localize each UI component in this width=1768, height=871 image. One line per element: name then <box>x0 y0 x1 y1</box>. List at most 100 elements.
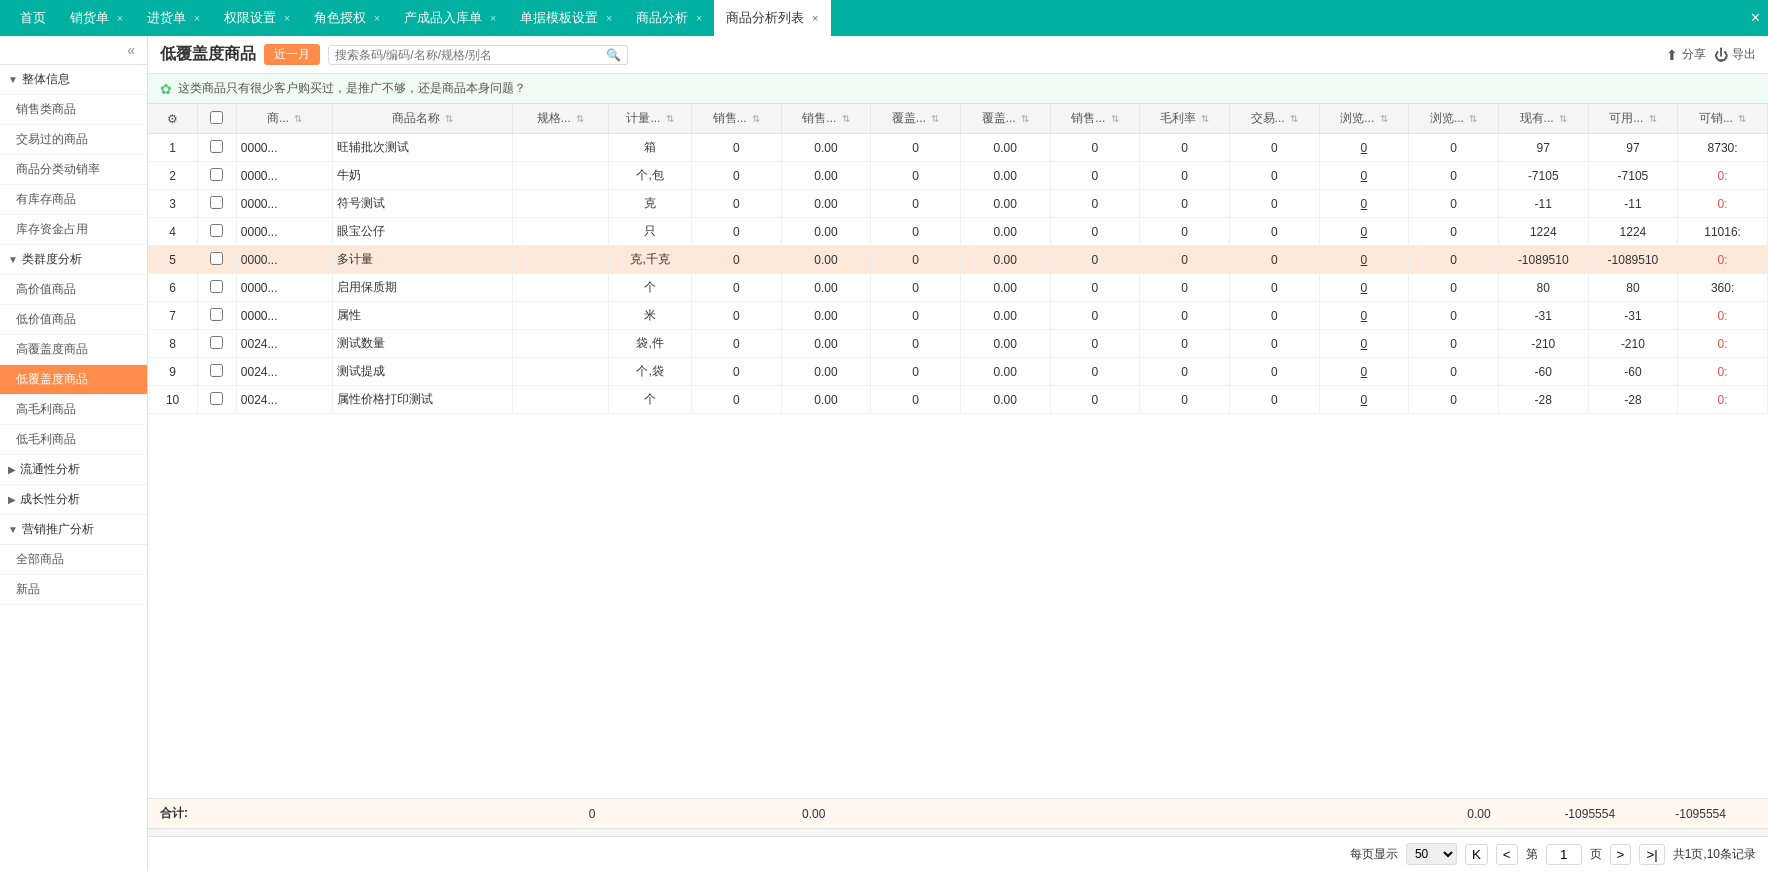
browse-link[interactable]: 0 <box>1361 197 1368 211</box>
row-checkbox[interactable] <box>210 280 223 293</box>
sidebar-item-sales-goods[interactable]: 销售类商品 <box>0 95 147 125</box>
sidebar-item-stock-fund[interactable]: 库存资金占用 <box>0 215 147 245</box>
sidebar-item-low-value[interactable]: 低价值商品 <box>0 305 147 335</box>
sidebar-section-group[interactable]: ▼ 类群度分析 <box>0 245 147 275</box>
col-cover1[interactable]: 覆盖... ⇅ <box>871 104 961 134</box>
row-browse1[interactable]: 0 <box>1319 134 1409 162</box>
browse-link[interactable]: 0 <box>1361 281 1368 295</box>
row-checkbox[interactable] <box>210 140 223 153</box>
close-icon[interactable]: × <box>194 12 200 24</box>
sidebar-collapse-button[interactable]: « <box>121 40 141 60</box>
sidebar-item-new-goods[interactable]: 新品 <box>0 575 147 605</box>
row-browse1[interactable]: 0 <box>1319 246 1409 274</box>
row-checkbox-cell[interactable] <box>198 190 237 218</box>
prev-page-button[interactable]: < <box>1496 844 1518 865</box>
row-browse1[interactable]: 0 <box>1319 302 1409 330</box>
select-all-checkbox[interactable] <box>210 111 223 124</box>
sidebar-item-category-rate[interactable]: 商品分类动销率 <box>0 155 147 185</box>
sidebar-item-high-margin[interactable]: 高毛利商品 <box>0 395 147 425</box>
close-icon[interactable]: × <box>812 12 818 24</box>
browse-link[interactable]: 0 <box>1361 169 1368 183</box>
page-number-input[interactable] <box>1546 844 1582 865</box>
close-icon[interactable]: × <box>284 12 290 24</box>
close-icon[interactable]: × <box>696 12 702 24</box>
row-browse1[interactable]: 0 <box>1319 386 1409 414</box>
page-size-select[interactable]: 20 50 100 <box>1406 843 1457 865</box>
col-stock1[interactable]: 现有... ⇅ <box>1498 104 1588 134</box>
col-cover2[interactable]: 覆盖... ⇅ <box>960 104 1050 134</box>
col-browse1[interactable]: 浏览... ⇅ <box>1319 104 1409 134</box>
row-browse1[interactable]: 0 <box>1319 330 1409 358</box>
export-button[interactable]: ⏻ 导出 <box>1714 46 1756 63</box>
sidebar-item-low-margin[interactable]: 低毛利商品 <box>0 425 147 455</box>
row-checkbox-cell[interactable] <box>198 330 237 358</box>
close-icon[interactable]: × <box>374 12 380 24</box>
browse-link[interactable]: 0 <box>1361 253 1368 267</box>
row-checkbox-cell[interactable] <box>198 246 237 274</box>
last-page-button[interactable]: >| <box>1639 844 1664 865</box>
close-icon[interactable]: × <box>606 12 612 24</box>
nav-tab-template[interactable]: 单据模板设置 × <box>508 0 624 36</box>
row-checkbox[interactable] <box>210 364 223 377</box>
share-button[interactable]: ⬆ 分享 <box>1666 46 1706 63</box>
sidebar-item-traded-goods[interactable]: 交易过的商品 <box>0 125 147 155</box>
nav-tab-finished-goods[interactable]: 产成品入库单 × <box>392 0 508 36</box>
row-checkbox-cell[interactable] <box>198 386 237 414</box>
sidebar-item-high-value[interactable]: 高价值商品 <box>0 275 147 305</box>
nav-tab-permissions[interactable]: 权限设置 × <box>212 0 302 36</box>
row-checkbox[interactable] <box>210 168 223 181</box>
first-page-button[interactable]: K <box>1465 844 1488 865</box>
row-checkbox-cell[interactable] <box>198 358 237 386</box>
browse-link[interactable]: 0 <box>1361 393 1368 407</box>
row-browse1[interactable]: 0 <box>1319 190 1409 218</box>
nav-tab-sales[interactable]: 销货单 × <box>58 0 135 36</box>
col-stock3[interactable]: 可销... ⇅ <box>1678 104 1768 134</box>
row-browse1[interactable]: 0 <box>1319 358 1409 386</box>
row-checkbox-cell[interactable] <box>198 302 237 330</box>
row-checkbox-cell[interactable] <box>198 134 237 162</box>
sidebar-item-in-stock[interactable]: 有库存商品 <box>0 185 147 215</box>
nav-tab-goods-analysis-list[interactable]: 商品分析列表 × <box>714 0 830 36</box>
row-browse1[interactable]: 0 <box>1319 218 1409 246</box>
row-checkbox-cell[interactable] <box>198 274 237 302</box>
nav-tab-roles[interactable]: 角色授权 × <box>302 0 392 36</box>
row-checkbox[interactable] <box>210 224 223 237</box>
row-browse1[interactable]: 0 <box>1319 162 1409 190</box>
nav-tab-home[interactable]: 首页 <box>8 0 58 36</box>
sidebar-section-marketing[interactable]: ▼ 营销推广分析 <box>0 515 147 545</box>
row-checkbox[interactable] <box>210 392 223 405</box>
col-unit[interactable]: 计量... ⇅ <box>609 104 692 134</box>
col-code[interactable]: 商... ⇅ <box>236 104 333 134</box>
row-checkbox[interactable] <box>210 252 223 265</box>
row-checkbox-cell[interactable] <box>198 162 237 190</box>
sidebar-item-all-goods[interactable]: 全部商品 <box>0 545 147 575</box>
horizontal-scrollbar[interactable] <box>148 828 1768 836</box>
browse-link[interactable]: 0 <box>1361 309 1368 323</box>
col-stock2[interactable]: 可用... ⇅ <box>1588 104 1678 134</box>
browse-link[interactable]: 0 <box>1361 141 1368 155</box>
row-checkbox-cell[interactable] <box>198 218 237 246</box>
close-icon[interactable]: × <box>490 12 496 24</box>
nav-tab-goods-analysis[interactable]: 商品分析 × <box>624 0 714 36</box>
browse-link[interactable]: 0 <box>1361 225 1368 239</box>
row-checkbox[interactable] <box>210 308 223 321</box>
browse-link[interactable]: 0 <box>1361 365 1368 379</box>
col-check[interactable] <box>198 104 237 134</box>
col-name[interactable]: 商品名称 ⇅ <box>333 104 512 134</box>
next-page-button[interactable]: > <box>1610 844 1632 865</box>
col-trade[interactable]: 交易... ⇅ <box>1229 104 1319 134</box>
row-checkbox[interactable] <box>210 196 223 209</box>
col-margin[interactable]: 毛利率 ⇅ <box>1140 104 1230 134</box>
time-range-button[interactable]: 近一月 <box>264 44 320 65</box>
sidebar-section-liquidity[interactable]: ▶ 流通性分析 <box>0 455 147 485</box>
col-sales1[interactable]: 销售... ⇅ <box>692 104 782 134</box>
nav-tab-purchase[interactable]: 进货单 × <box>135 0 212 36</box>
sidebar-section-growth[interactable]: ▶ 成长性分析 <box>0 485 147 515</box>
window-close-button[interactable]: × <box>1751 9 1760 27</box>
close-icon[interactable]: × <box>117 12 123 24</box>
sidebar-item-low-coverage[interactable]: 低覆盖度商品 <box>0 365 147 395</box>
col-settings[interactable]: ⚙ <box>148 104 198 134</box>
table-wrapper[interactable]: ⚙ 商... ⇅ 商品名称 ⇅ 规格... ⇅ 计量... ⇅ 销售... ⇅ … <box>148 104 1768 798</box>
browse-link[interactable]: 0 <box>1361 337 1368 351</box>
sidebar-item-high-coverage[interactable]: 高覆盖度商品 <box>0 335 147 365</box>
